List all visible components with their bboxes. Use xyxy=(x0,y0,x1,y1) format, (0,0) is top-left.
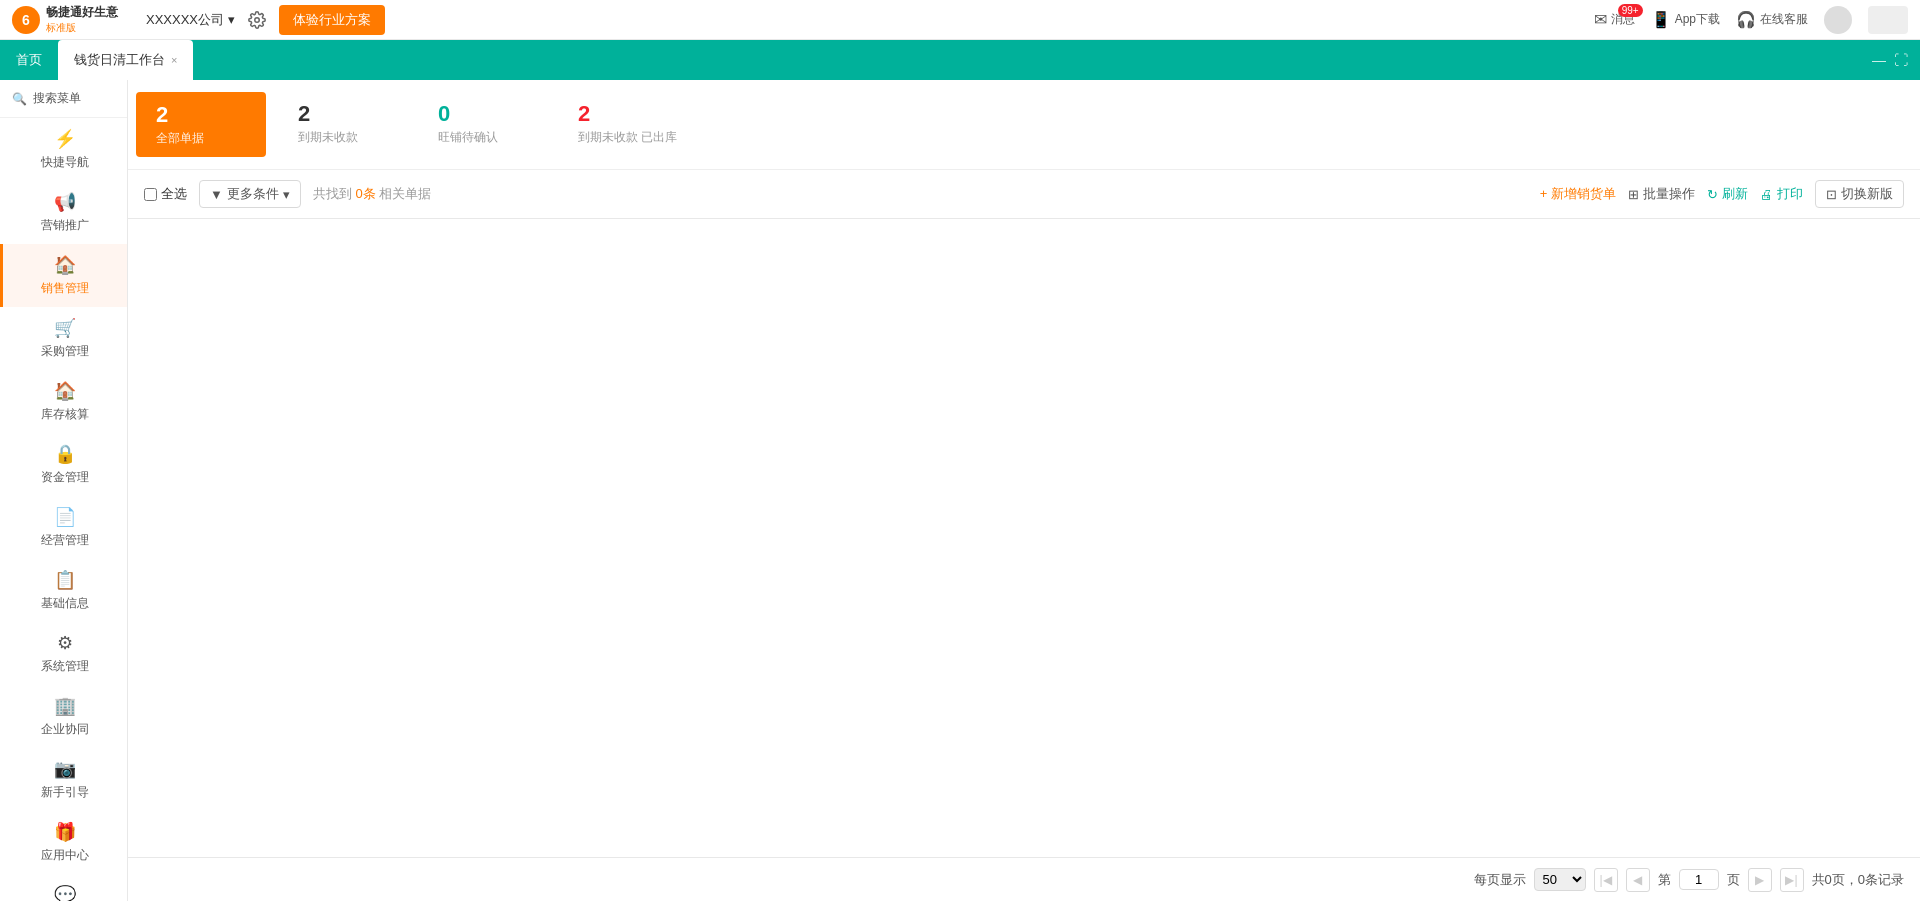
service-icon: 🎧 xyxy=(1736,10,1756,29)
experience-button[interactable]: 体验行业方案 xyxy=(279,5,385,35)
download-icon: 📱 xyxy=(1651,10,1671,29)
batch-operation-button[interactable]: ⊞ 批量操作 xyxy=(1628,185,1695,203)
sidebar-item-operation[interactable]: 📄 经营管理 xyxy=(0,496,127,559)
stat-card-overdue-shipped[interactable]: 2 到期未收款 已出库 xyxy=(554,87,701,163)
stat-card-all[interactable]: 2 全部单据 xyxy=(136,92,266,157)
svg-point-0 xyxy=(255,17,260,22)
batch-icon: ⊞ xyxy=(1628,187,1639,202)
header-right: ✉ 消息 99+ 📱 App下载 🎧 在线客服 xyxy=(1594,6,1908,34)
logo-text: 畅捷通好生意 标准版 xyxy=(46,4,118,35)
page-input[interactable] xyxy=(1679,869,1719,890)
inventory-icon: 🏠 xyxy=(54,380,76,402)
settings-button[interactable] xyxy=(243,6,271,34)
sidebar-item-guide[interactable]: 📷 新手引导 xyxy=(0,748,127,811)
main-layout: 🔍 搜索菜单 ⚡ 快捷导航 📢 营销推广 🏠 销售管理 🛒 采购管理 🏠 库存核… xyxy=(0,80,1920,901)
system-icon: ⚙ xyxy=(57,632,73,654)
purchase-icon: 🛒 xyxy=(54,317,76,339)
prev-page-button[interactable]: ◀ xyxy=(1626,868,1650,892)
switch-new-version-button[interactable]: ⊡ 切换新版 xyxy=(1815,180,1904,208)
tab-minimize-icon[interactable]: — xyxy=(1872,52,1886,68)
refresh-icon: ↻ xyxy=(1707,187,1718,202)
sidebar-item-app-center[interactable]: 🎁 应用中心 xyxy=(0,811,127,874)
guide-icon: 📷 xyxy=(54,758,76,780)
last-page-button[interactable]: ▶| xyxy=(1780,868,1804,892)
sidebar-item-base-info[interactable]: 📋 基础信息 xyxy=(0,559,127,622)
sidebar-item-purchase[interactable]: 🛒 采购管理 xyxy=(0,307,127,370)
print-button[interactable]: 🖨 打印 xyxy=(1760,185,1803,203)
sidebar-item-inventory[interactable]: 🏠 库存核算 xyxy=(0,370,127,433)
logo-icon: 6 xyxy=(12,6,40,34)
message-icon: ✉ xyxy=(1594,10,1607,29)
more-conditions-button[interactable]: ▼ 更多条件 ▾ xyxy=(199,180,301,208)
tab-home[interactable]: 首页 xyxy=(0,40,58,80)
select-all-checkbox[interactable]: 全选 xyxy=(144,185,187,203)
switch-icon: ⊡ xyxy=(1826,187,1837,202)
messages-button[interactable]: ✉ 消息 99+ xyxy=(1594,10,1635,29)
sidebar-item-sales[interactable]: 🏠 销售管理 xyxy=(0,244,127,307)
base-info-icon: 📋 xyxy=(54,569,76,591)
filter-icon: ▼ xyxy=(210,187,223,202)
per-page-select[interactable]: 50 20 100 xyxy=(1534,868,1586,891)
wechat-icon: 💬 xyxy=(54,884,76,901)
avatar[interactable] xyxy=(1824,6,1852,34)
user-name[interactable] xyxy=(1868,6,1908,34)
content-area: 2 全部单据 2 到期未收款 0 旺铺待确认 2 到期未收款 已出库 全选 xyxy=(128,80,1920,901)
tab-workbench[interactable]: 钱货日清工作台 × xyxy=(58,40,193,80)
company-selector[interactable]: XXXXXX公司 ▾ xyxy=(146,11,235,29)
pagination: 每页显示 50 20 100 |◀ ◀ 第 页 ▶ ▶| 共0页，0条记录 xyxy=(128,857,1920,901)
first-page-button[interactable]: |◀ xyxy=(1594,868,1618,892)
quick-nav-icon: ⚡ xyxy=(54,128,76,150)
print-icon: 🖨 xyxy=(1760,187,1773,202)
finance-icon: 🔒 xyxy=(54,443,76,465)
add-order-button[interactable]: + 新增销货单 xyxy=(1540,185,1616,203)
sidebar-item-marketing[interactable]: 📢 营销推广 xyxy=(0,181,127,244)
stat-card-overdue[interactable]: 2 到期未收款 xyxy=(274,87,414,163)
sidebar-item-wechat[interactable]: 💬 企业微信 xyxy=(0,874,127,901)
header: 6 畅捷通好生意 标准版 XXXXXX公司 ▾ 体验行业方案 ✉ 消息 99+ … xyxy=(0,0,1920,40)
enterprise-icon: 🏢 xyxy=(54,695,76,717)
app-center-icon: 🎁 xyxy=(54,821,76,843)
toolbar: 全选 ▼ 更多条件 ▾ 共找到 0条 相关单据 + 新增销货单 ⊞ 批量操作 xyxy=(128,170,1920,219)
header-left: 6 畅捷通好生意 标准版 XXXXXX公司 ▾ 体验行业方案 xyxy=(12,4,385,35)
operation-icon: 📄 xyxy=(54,506,76,528)
table-area xyxy=(128,219,1920,857)
next-page-button[interactable]: ▶ xyxy=(1748,868,1772,892)
tab-bar-actions: — ⛶ xyxy=(1872,52,1920,68)
sales-icon: 🏠 xyxy=(54,254,76,276)
sidebar-item-enterprise[interactable]: 🏢 企业协同 xyxy=(0,685,127,748)
refresh-button[interactable]: ↻ 刷新 xyxy=(1707,185,1748,203)
app-download-button[interactable]: 📱 App下载 xyxy=(1651,10,1720,29)
chevron-down-icon: ▾ xyxy=(228,12,235,27)
total-records: 共0页，0条记录 xyxy=(1812,871,1904,889)
sidebar-item-system[interactable]: ⚙ 系统管理 xyxy=(0,622,127,685)
sidebar-item-quick-nav[interactable]: ⚡ 快捷导航 xyxy=(0,118,127,181)
sidebar-search[interactable]: 🔍 搜索菜单 xyxy=(0,80,127,118)
sidebar: 🔍 搜索菜单 ⚡ 快捷导航 📢 营销推广 🏠 销售管理 🛒 采购管理 🏠 库存核… xyxy=(0,80,128,901)
select-all-input[interactable] xyxy=(144,188,157,201)
stats-container: 2 全部单据 2 到期未收款 0 旺铺待确认 2 到期未收款 已出库 xyxy=(128,80,1920,170)
stat-card-wangpu[interactable]: 0 旺铺待确认 xyxy=(414,87,554,163)
sidebar-item-finance[interactable]: 🔒 资金管理 xyxy=(0,433,127,496)
tab-maximize-icon[interactable]: ⛶ xyxy=(1894,52,1908,68)
tab-close-icon[interactable]: × xyxy=(171,54,177,66)
online-service-button[interactable]: 🎧 在线客服 xyxy=(1736,10,1808,29)
search-icon: 🔍 xyxy=(12,92,27,106)
logo-area: 6 畅捷通好生意 标准版 xyxy=(12,4,118,35)
marketing-icon: 📢 xyxy=(54,191,76,213)
tab-bar: 首页 钱货日清工作台 × — ⛶ xyxy=(0,40,1920,80)
toolbar-right: + 新增销货单 ⊞ 批量操作 ↻ 刷新 🖨 打印 ⊡ 切换新版 xyxy=(1540,180,1904,208)
chevron-down-icon: ▾ xyxy=(283,187,290,202)
